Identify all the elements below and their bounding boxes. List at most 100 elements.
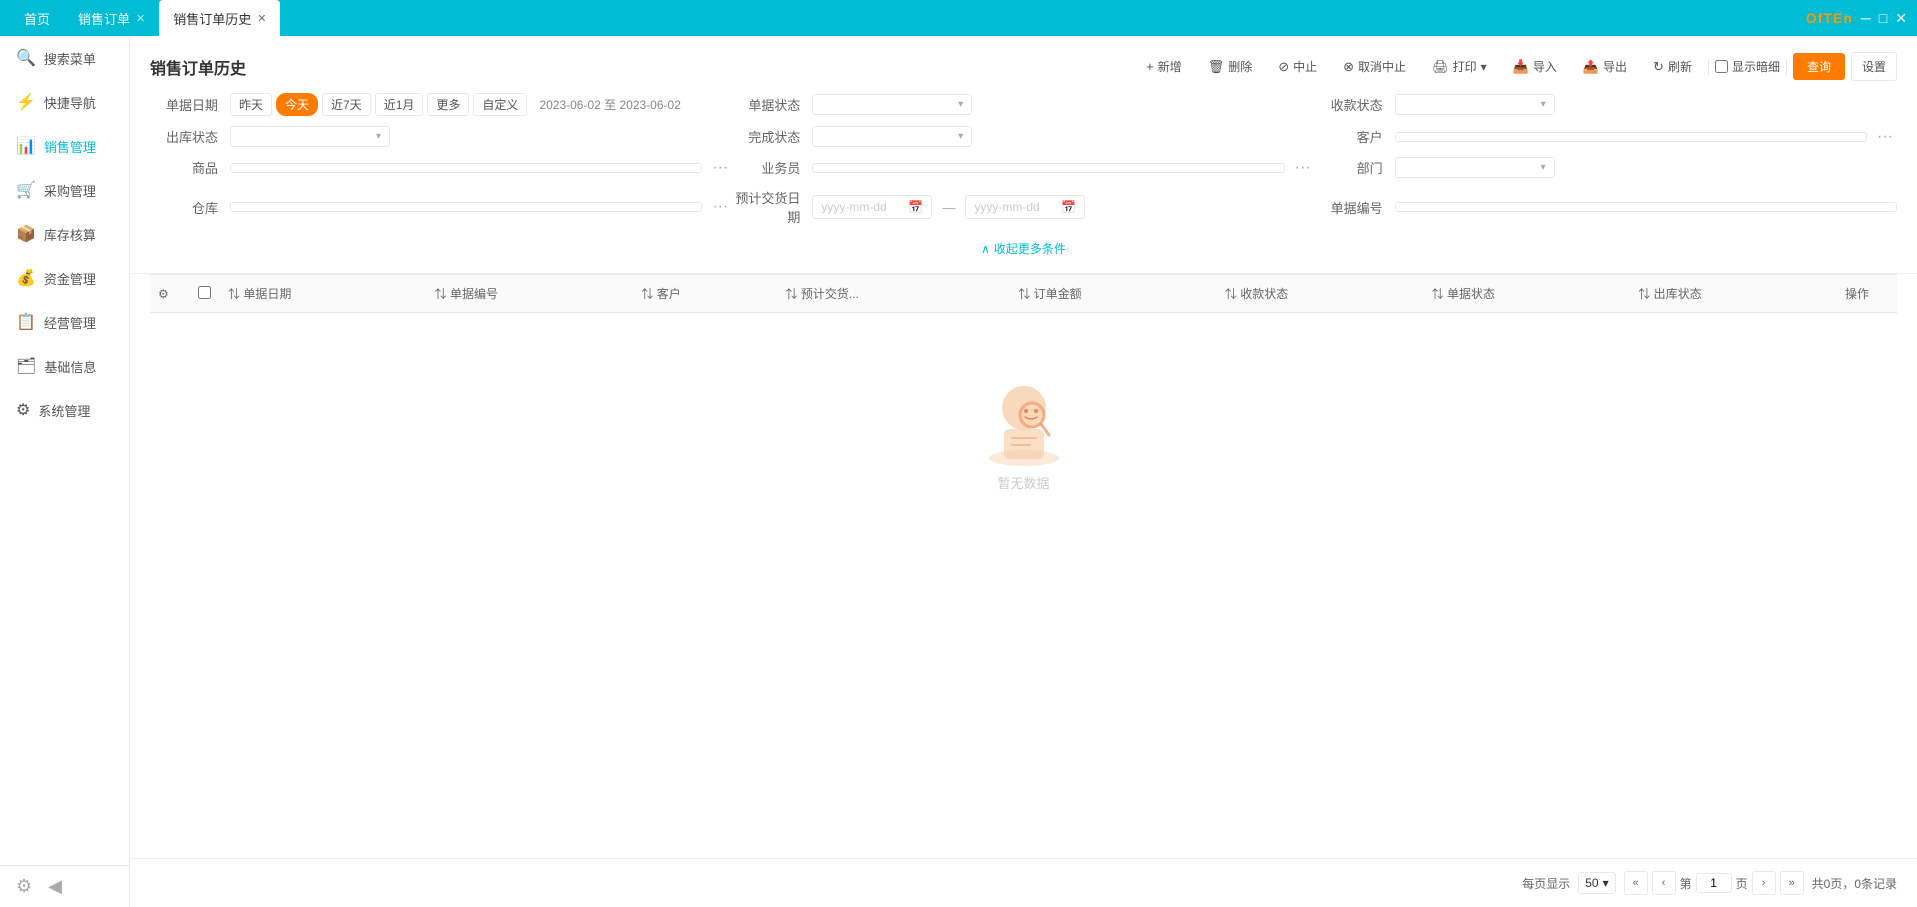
date-separator: — — [938, 200, 959, 215]
close-tab-sales-order[interactable]: ✕ — [136, 12, 145, 25]
date-btn-yesterday[interactable]: 昨天 — [230, 93, 272, 116]
sales-icon: 📊 — [16, 136, 36, 156]
cancel-stop-button[interactable]: ⊗ 取消中止 — [1333, 53, 1416, 80]
date-filter-control: 昨天 今天 近7天 近1月 更多 自定义 2023-06-02 至 2023-0… — [230, 93, 732, 116]
date-btn-more[interactable]: 更多 — [427, 93, 469, 116]
inventory-icon: 📦 — [16, 224, 36, 244]
settings-button[interactable]: 设置 — [1851, 52, 1897, 81]
window-close-button[interactable]: ✕ — [1895, 10, 1907, 27]
goods-input[interactable] — [230, 163, 702, 173]
export-button[interactable]: 📤 导出 — [1573, 53, 1637, 80]
th-amount-sort-icon[interactable]: ⇅ — [1018, 287, 1030, 301]
sidebar-item-operations[interactable]: 📋 经营管理 — [0, 300, 129, 344]
dept-chevron: ▾ — [1541, 162, 1546, 173]
sidebar: 🔍 搜索菜单 ⚡ 快捷导航 📊 销售管理 🛒 采购管理 📦 库存核算 💰 资金管… — [0, 36, 130, 907]
customer-input[interactable] — [1395, 132, 1867, 142]
select-all-checkbox[interactable] — [198, 286, 211, 299]
order-no-label: 单据编号 — [1315, 198, 1395, 217]
collapse-row: ∧ 收起更多条件 — [150, 236, 1897, 261]
sidebar-item-finance[interactable]: 💰 资金管理 — [0, 256, 129, 300]
sidebar-item-sales[interactable]: 📊 销售管理 — [0, 124, 129, 168]
import-button[interactable]: 📥 导入 — [1503, 53, 1567, 80]
date-btn-today[interactable]: 今天 — [276, 93, 318, 116]
out-status-select[interactable]: ▾ — [230, 126, 390, 147]
sidebar-item-quick-nav[interactable]: ⚡ 快捷导航 — [0, 80, 129, 124]
delivery-start-input[interactable]: yyyy-mm-dd 📅 — [812, 195, 932, 219]
th-checkbox — [190, 275, 220, 313]
filter-area: 单据日期 昨天 今天 近7天 近1月 更多 自定义 2023-06-02 至 2… — [130, 81, 1917, 274]
minimize-button[interactable]: ─ — [1861, 10, 1871, 26]
prev-page-button[interactable]: ‹ — [1652, 871, 1676, 895]
sidebar-item-system[interactable]: ⚙ 系统管理 — [0, 388, 129, 432]
filter-row-warehouse: 仓库 ··· 预计交货日期 yyyy-mm-dd 📅 — yyyy-mm-dd … — [150, 188, 1897, 226]
warehouse-more-btn[interactable]: ··· — [708, 198, 732, 216]
sidebar-item-search[interactable]: 🔍 搜索菜单 — [0, 36, 129, 80]
th-order-date-sort-icon[interactable]: ⇅ — [228, 287, 240, 301]
stop-button[interactable]: ⊘ 中止 — [1268, 53, 1327, 80]
date-btn-7days[interactable]: 近7天 — [322, 93, 371, 116]
customer-label: 客户 — [1315, 127, 1395, 146]
warehouse-input[interactable] — [230, 202, 702, 212]
date-btn-custom[interactable]: 自定义 — [473, 93, 527, 116]
salesperson-input[interactable] — [812, 163, 1284, 173]
print-dropdown-icon: ▾ — [1481, 60, 1487, 74]
display-columns-checkbox[interactable]: 显示暗细 — [1715, 58, 1780, 75]
th-delivery-sort-icon[interactable]: ⇅ — [786, 287, 798, 301]
payment-status-select[interactable]: ▾ — [1395, 94, 1555, 115]
delete-button[interactable]: 🗑 删除 — [1198, 53, 1263, 80]
query-button[interactable]: 查询 — [1793, 53, 1845, 80]
th-customer-sort-icon[interactable]: ⇅ — [641, 287, 653, 301]
payment-status-label: 收款状态 — [1315, 95, 1395, 114]
total-info: 共0页，0条记录 — [1812, 875, 1897, 892]
print-button[interactable]: 🖨 打印 ▾ — [1422, 53, 1497, 80]
sidebar-item-purchase[interactable]: 🛒 采购管理 — [0, 168, 129, 212]
per-page-chevron: ▾ — [1603, 876, 1609, 890]
restore-button[interactable]: □ — [1879, 10, 1887, 26]
first-page-button[interactable]: « — [1624, 871, 1648, 895]
quick-nav-icon: ⚡ — [16, 92, 36, 112]
complete-status-select[interactable]: ▾ — [812, 126, 972, 147]
page-label: 第 — [1680, 875, 1692, 892]
table-settings-icon[interactable]: ⚙ — [158, 287, 169, 301]
goods-more-btn[interactable]: ··· — [708, 159, 732, 177]
dept-select[interactable]: ▾ — [1395, 157, 1555, 178]
date-range-display: 2023-06-02 至 2023-06-02 — [539, 96, 680, 113]
page-suffix-label: 页 — [1736, 875, 1748, 892]
new-button[interactable]: + 新增 — [1136, 53, 1192, 80]
refresh-button[interactable]: ↻ 刷新 — [1643, 53, 1702, 80]
calendar-end-icon: 📅 — [1061, 200, 1076, 214]
tab-sales-order-history[interactable]: 销售订单历史 ✕ — [159, 0, 280, 36]
close-tab-sales-order-history[interactable]: ✕ — [257, 12, 266, 25]
display-columns-input[interactable] — [1715, 60, 1728, 73]
collapse-button[interactable]: ∧ 收起更多条件 — [981, 236, 1066, 261]
th-order-status-sort-icon[interactable]: ⇅ — [1432, 287, 1444, 301]
th-payment-sort-icon[interactable]: ⇅ — [1225, 287, 1237, 301]
th-out-status: ⇅ 出库状态 — [1630, 275, 1837, 313]
stop-icon: ⊘ — [1278, 59, 1289, 75]
th-out-sort-icon[interactable]: ⇅ — [1638, 287, 1650, 301]
collapse-sidebar-icon[interactable]: ◀ — [48, 876, 62, 897]
empty-illustration — [964, 373, 1084, 473]
search-icon: 🔍 — [16, 48, 36, 68]
th-order-no-sort-icon[interactable]: ⇅ — [435, 287, 447, 301]
date-btn-1month[interactable]: 近1月 — [375, 93, 424, 116]
order-status-select[interactable]: ▾ — [812, 94, 972, 115]
next-page-button[interactable]: › — [1752, 871, 1776, 895]
sidebar-item-inventory[interactable]: 📦 库存核算 — [0, 212, 129, 256]
page-input[interactable] — [1696, 873, 1732, 893]
complete-status-label: 完成状态 — [732, 127, 812, 146]
order-no-input[interactable] — [1395, 202, 1897, 212]
salesperson-more-btn[interactable]: ··· — [1291, 159, 1315, 177]
settings-bottom-icon[interactable]: ⚙ — [16, 876, 32, 897]
sidebar-item-base-info[interactable]: 🗂 基础信息 — [0, 344, 129, 388]
customer-more-btn[interactable]: ··· — [1873, 128, 1897, 146]
purchase-icon: 🛒 — [16, 180, 36, 200]
tab-home[interactable]: 首页 — [10, 0, 64, 36]
tab-sales-order[interactable]: 销售订单 ✕ — [64, 0, 159, 36]
per-page-select[interactable]: 50 ▾ — [1578, 872, 1615, 894]
order-status-control: ▾ — [812, 94, 1314, 115]
delivery-end-input[interactable]: yyyy-mm-dd 📅 — [965, 195, 1085, 219]
last-page-button[interactable]: » — [1780, 871, 1804, 895]
main-layout: 🔍 搜索菜单 ⚡ 快捷导航 📊 销售管理 🛒 采购管理 📦 库存核算 💰 资金管… — [0, 36, 1917, 907]
window-controls: OfTEn ─ □ ✕ — [1806, 10, 1907, 27]
